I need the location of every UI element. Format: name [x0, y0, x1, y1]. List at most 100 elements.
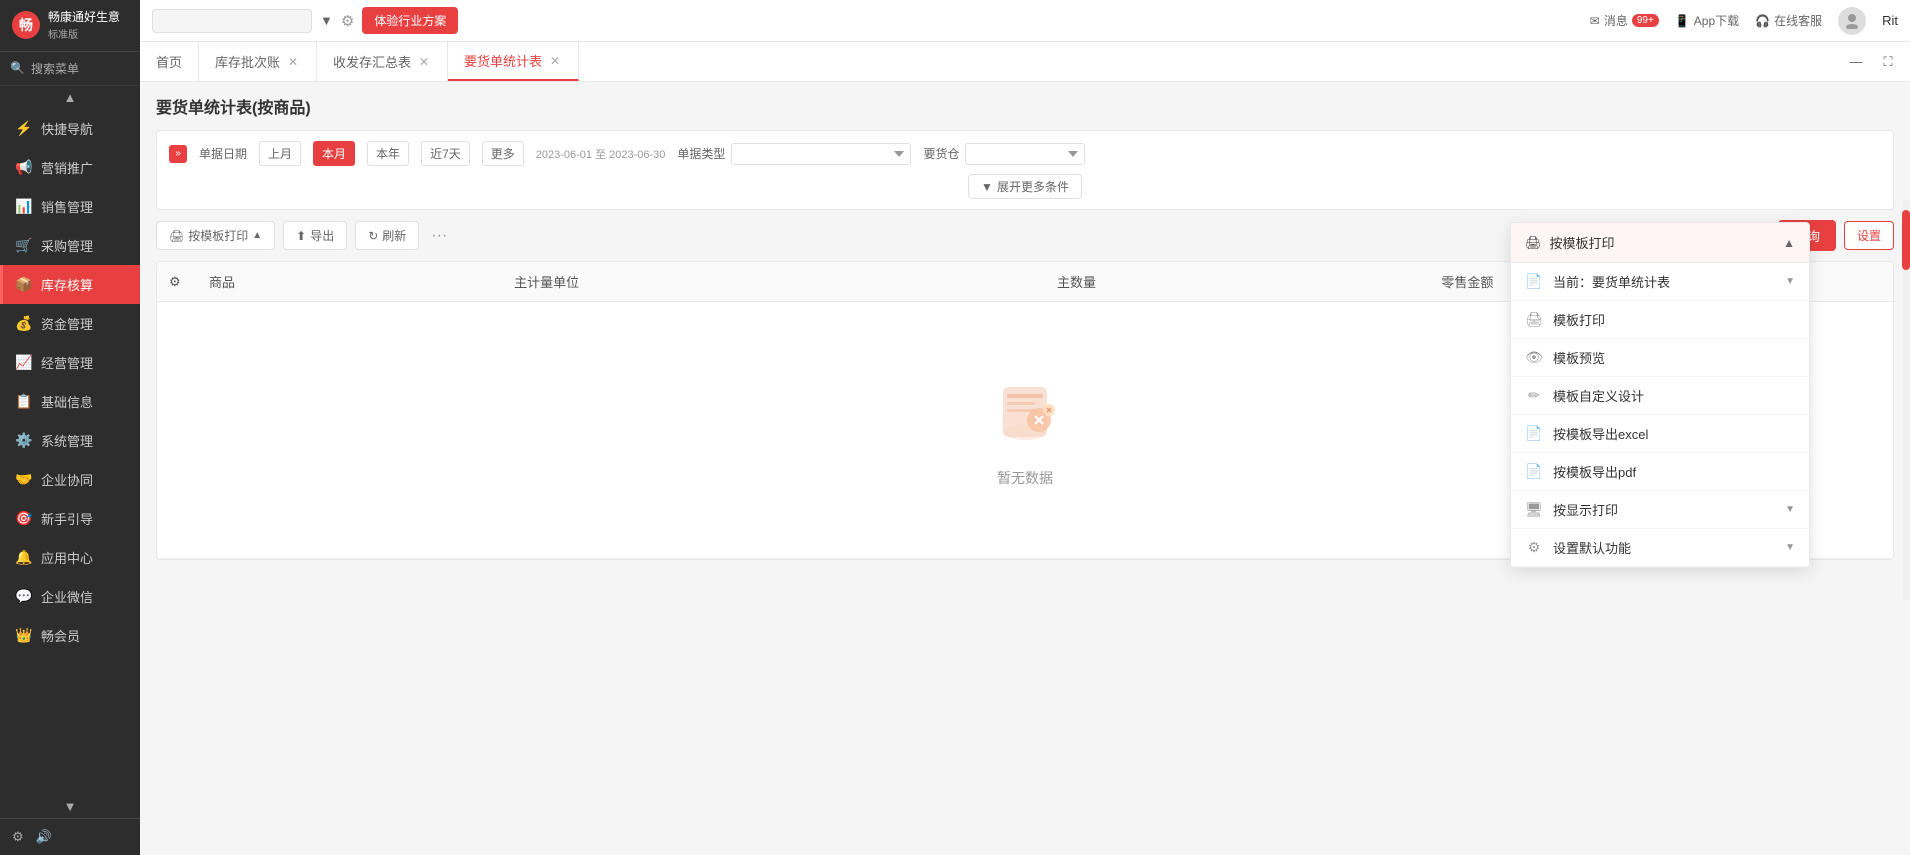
right-scrollbar[interactable]	[1902, 200, 1910, 600]
sidebar-search[interactable]: 🔍 搜索菜单	[0, 52, 140, 86]
display-print-icon: 🖥	[1525, 501, 1543, 518]
tab-expand-btn[interactable]: ⛶	[1874, 48, 1902, 76]
sidebar-item-label: 企业协同	[41, 470, 93, 489]
date-btn-more[interactable]: 更多	[482, 141, 524, 166]
tab-order-stats[interactable]: 要货单统计表 ✕	[448, 42, 579, 81]
tab-inventory-batch-label: 库存批次账	[215, 52, 280, 71]
sidebar-item-guide[interactable]: 🎯 新手引导	[0, 499, 140, 538]
enterprise-icon: 🤝	[15, 471, 33, 488]
more-btn[interactable]: ···	[427, 223, 451, 249]
current-template-icon: 📄	[1525, 273, 1543, 290]
app-download-action[interactable]: 📱 App下载	[1675, 12, 1739, 29]
export-pdf-label: 按模板导出pdf	[1553, 462, 1636, 481]
sidebar-item-quick_nav[interactable]: ⚡ 快捷导航	[0, 109, 140, 148]
sidebar: 畅 畅康通好生意 标准版 🔍 搜索菜单 ▲ ⚡ 快捷导航 📢 营销推广 📊 销售…	[0, 0, 140, 855]
expand-more-button[interactable]: ▼ 展开更多条件	[968, 174, 1082, 199]
online-service-action[interactable]: 🎧 在线客服	[1755, 12, 1822, 29]
sidebar-item-marketing[interactable]: 📢 营销推广	[0, 148, 140, 187]
tab-minimize-btn[interactable]: —	[1842, 48, 1870, 76]
sidebar-item-apps[interactable]: 🔔 应用中心	[0, 538, 140, 577]
export-btn-label: 导出	[310, 227, 334, 244]
sidebar-item-purchase[interactable]: 🛒 采购管理	[0, 226, 140, 265]
guide-icon: 🎯	[15, 510, 33, 527]
sales-icon: 📊	[15, 198, 33, 215]
sidebar-item-member[interactable]: 👑 畅会员	[0, 616, 140, 655]
date-btn-7days[interactable]: 近7天	[421, 141, 470, 166]
date-btn-this-year[interactable]: 本年	[367, 141, 409, 166]
basic-icon: 📋	[15, 393, 33, 410]
default-settings-icon: ⚙	[1525, 539, 1543, 556]
scrollbar-thumb[interactable]	[1902, 210, 1910, 270]
sidebar-item-label: 库存核算	[41, 275, 93, 294]
sidebar-item-label: 基础信息	[41, 392, 93, 411]
refresh-button[interactable]: ↻ 刷新	[355, 221, 419, 250]
print-dropdown-template-print[interactable]: 🖨 模板打印	[1511, 301, 1809, 339]
print-button[interactable]: 🖨 按模板打印 ▲	[156, 221, 275, 250]
export-button[interactable]: ⬆ 导出	[283, 221, 347, 250]
warehouse-filter-select[interactable]	[965, 143, 1085, 165]
messages-action[interactable]: ✉ 消息 99+	[1590, 12, 1659, 29]
type-filter-select[interactable]	[731, 143, 911, 165]
tab-inventory-batch-close[interactable]: ✕	[286, 55, 300, 69]
tab-receipt-summary-label: 收发存汇总表	[333, 52, 411, 71]
settings-bottom-icon[interactable]: ⚙	[12, 829, 24, 845]
expand-down-icon: ▼	[981, 180, 993, 194]
trial-button[interactable]: 体验行业方案	[362, 7, 458, 34]
print-dropdown-default-settings[interactable]: ⚙ 设置默认功能 ▼	[1511, 529, 1809, 567]
sidebar-scroll-up[interactable]: ▲	[0, 86, 140, 109]
tab-receipt-summary[interactable]: 收发存汇总表 ✕	[317, 42, 448, 81]
table-settings-col[interactable]: ⚙	[157, 262, 197, 302]
sidebar-item-finance[interactable]: 💰 资金管理	[0, 304, 140, 343]
filter-row: » 单据日期 上月 本月 本年 近7天 更多 2023-06-01 至 2023…	[169, 141, 1881, 166]
sidebar-nav: ⚡ 快捷导航 📢 营销推广 📊 销售管理 🛒 采购管理 📦 库存核算 💰 资金管…	[0, 109, 140, 795]
apps-icon: 🔔	[15, 549, 33, 566]
warehouse-filter-label: 要货仓	[923, 145, 959, 162]
print-dropdown-current[interactable]: 📄 当前：要货单统计表 ▼	[1511, 263, 1809, 301]
sidebar-item-inventory[interactable]: 📦 库存核算	[0, 265, 140, 304]
sidebar-item-system[interactable]: ⚙️ 系统管理	[0, 421, 140, 460]
print-dropdown-template-preview[interactable]: 👁 模板预览	[1511, 339, 1809, 377]
table-col-product: 商品	[197, 262, 502, 302]
expand-more-label: 展开更多条件	[997, 178, 1069, 195]
date-btn-last-month[interactable]: 上月	[259, 141, 301, 166]
sidebar-item-wechat[interactable]: 💬 企业微信	[0, 577, 140, 616]
search-label: 搜索菜单	[31, 60, 79, 77]
template-preview-label: 模板预览	[1553, 348, 1605, 367]
sidebar-item-operations[interactable]: 📈 经营管理	[0, 343, 140, 382]
date-btn-this-month[interactable]: 本月	[313, 141, 355, 166]
sidebar-item-label: 畅会员	[41, 626, 80, 645]
sidebar-scroll-down[interactable]: ▼	[0, 795, 140, 818]
app-name: 畅康通好生意	[48, 10, 120, 26]
tab-inventory-batch[interactable]: 库存批次账 ✕	[199, 42, 317, 81]
sidebar-item-sales[interactable]: 📊 销售管理	[0, 187, 140, 226]
print-chevron-icon: ▲	[252, 230, 262, 241]
print-dropdown-close-icon[interactable]: ▲	[1783, 236, 1795, 250]
sidebar-item-basic[interactable]: 📋 基础信息	[0, 382, 140, 421]
app-download-icon: 📱	[1675, 14, 1690, 28]
tab-order-stats-close[interactable]: ✕	[548, 54, 562, 68]
messages-label: 消息	[1604, 12, 1628, 29]
template-design-label: 模板自定义设计	[1553, 386, 1644, 405]
sidebar-item-label: 采购管理	[41, 236, 93, 255]
avatar[interactable]	[1838, 7, 1866, 35]
topbar-gear-icon[interactable]: ⚙	[341, 12, 354, 30]
sound-icon[interactable]: 🔊	[36, 829, 52, 845]
settings-button[interactable]: 设置	[1844, 221, 1894, 250]
display-chevron-icon: ▼	[1785, 504, 1795, 515]
print-dropdown-export-excel[interactable]: 📄 按模板导出excel	[1511, 415, 1809, 453]
filter-expand-toggle[interactable]: »	[169, 145, 187, 163]
print-dropdown-display-print[interactable]: 🖥 按显示打印 ▼	[1511, 491, 1809, 529]
sidebar-item-label: 企业微信	[41, 587, 93, 606]
sidebar-item-label: 系统管理	[41, 431, 93, 450]
sidebar-item-label: 经营管理	[41, 353, 93, 372]
tab-receipt-summary-close[interactable]: ✕	[417, 55, 431, 69]
sidebar-item-enterprise[interactable]: 🤝 企业协同	[0, 460, 140, 499]
tab-home[interactable]: 首页	[140, 42, 199, 81]
purchase-icon: 🛒	[15, 237, 33, 254]
print-dropdown-template-design[interactable]: ✏ 模板自定义设计	[1511, 377, 1809, 415]
topbar-search-input[interactable]	[152, 9, 312, 33]
printer-icon: 🖨	[169, 229, 184, 243]
print-dropdown-export-pdf[interactable]: 📄 按模板导出pdf	[1511, 453, 1809, 491]
sidebar-item-label: 销售管理	[41, 197, 93, 216]
topbar-dropdown[interactable]: ▼	[320, 13, 333, 28]
